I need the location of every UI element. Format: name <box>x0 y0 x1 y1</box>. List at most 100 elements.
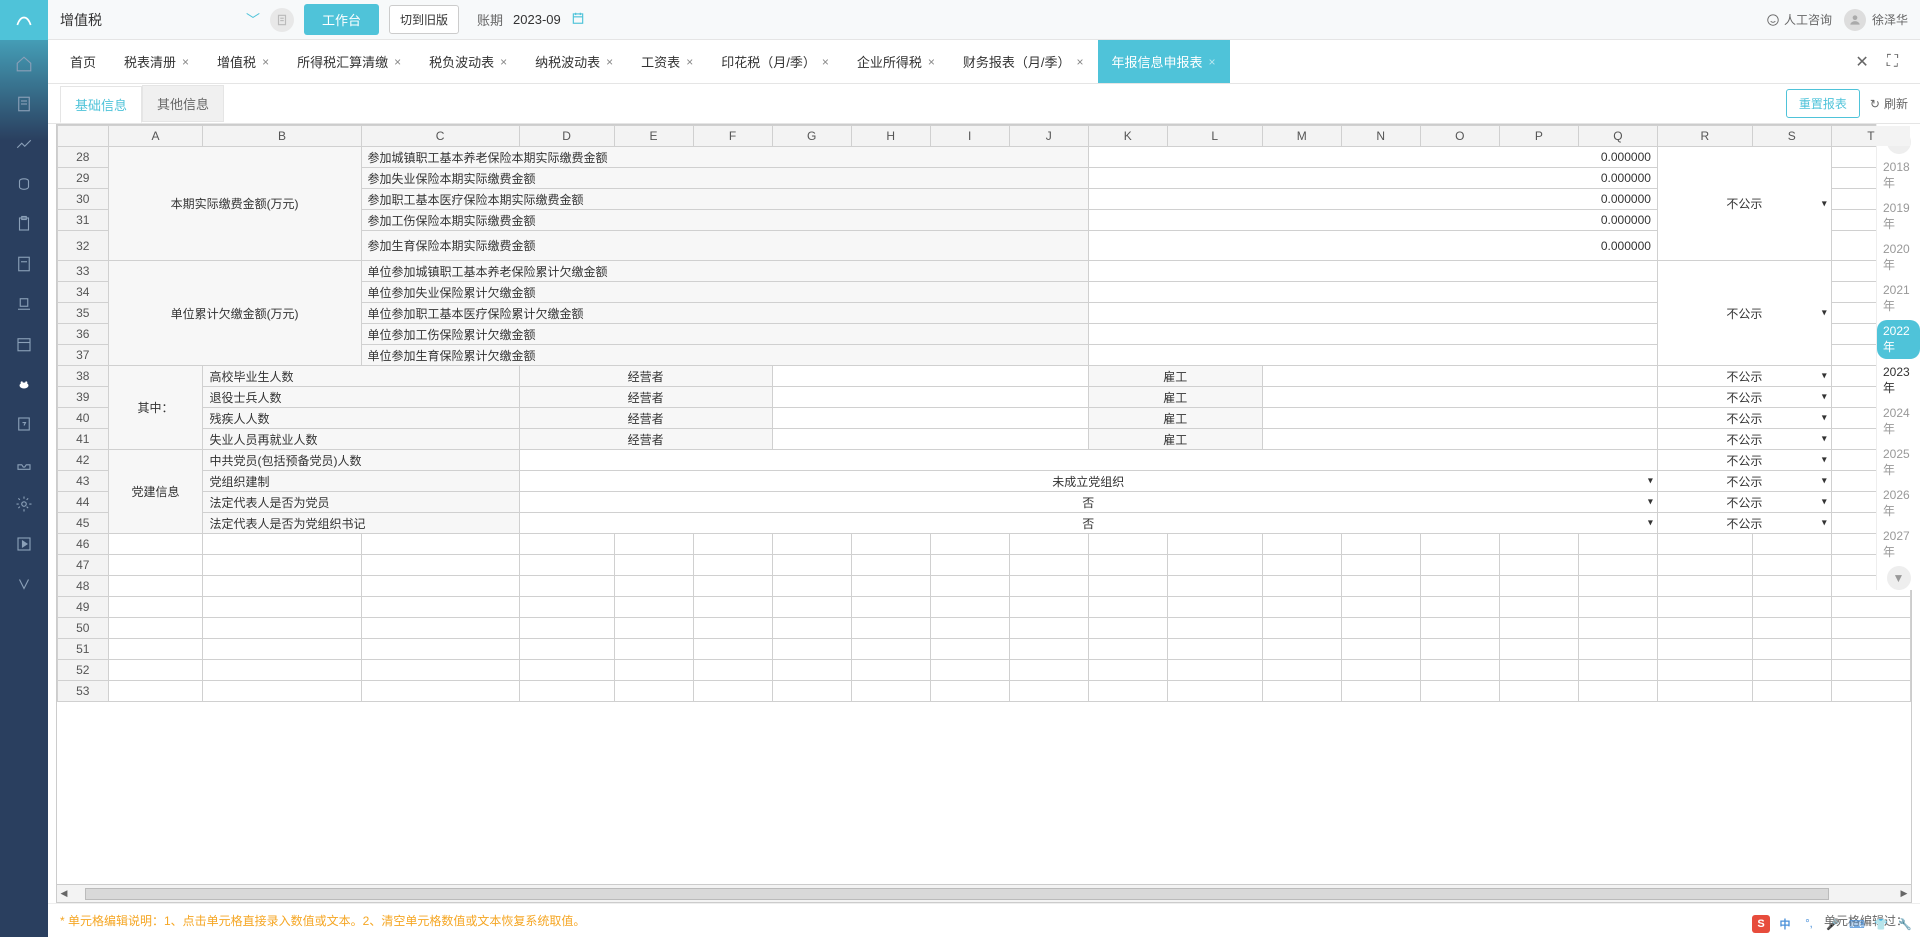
support-link[interactable]: 人工咨询 <box>1766 11 1832 28</box>
module-dropdown[interactable]: 增值税 ﹀ <box>60 10 260 30</box>
col-header[interactable]: L <box>1167 126 1262 147</box>
tab-home[interactable]: 首页 <box>56 40 110 84</box>
doc-circle-icon[interactable] <box>270 8 294 32</box>
col-header[interactable]: B <box>203 126 361 147</box>
col-header[interactable]: R <box>1657 126 1752 147</box>
cell-value[interactable]: 0.000000 <box>1088 168 1657 189</box>
disclose-dropdown[interactable]: 不公示▾ <box>1657 471 1831 492</box>
close-icon[interactable]: × <box>1077 55 1084 69</box>
tab-tax-burden[interactable]: 税负波动表× <box>415 40 521 84</box>
nav-calc-icon[interactable] <box>12 252 36 276</box>
year-option[interactable]: 2026年 <box>1877 484 1920 523</box>
nav-inbox-icon[interactable] <box>12 452 36 476</box>
ime-skin-icon[interactable]: 👕 <box>1872 915 1890 933</box>
cell-value[interactable] <box>1088 261 1657 282</box>
year-down-icon[interactable]: ▼ <box>1887 566 1911 590</box>
scroll-right-icon[interactable]: ▶ <box>1897 887 1911 901</box>
close-icon[interactable]: × <box>262 55 269 69</box>
nav-settings-icon[interactable] <box>12 492 36 516</box>
year-option[interactable]: 2027年 <box>1877 525 1920 564</box>
cell-value[interactable]: 0.000000 <box>1088 231 1657 261</box>
close-icon[interactable]: × <box>500 55 507 69</box>
nav-stamp-icon[interactable] <box>12 292 36 316</box>
reset-button[interactable]: 重置报表 <box>1786 89 1860 118</box>
tab-tax-payment[interactable]: 纳税波动表× <box>521 40 627 84</box>
scroll-left-icon[interactable]: ◀ <box>57 887 71 901</box>
nav-home-icon[interactable] <box>12 52 36 76</box>
subtab-basic[interactable]: 基础信息 <box>60 86 142 123</box>
cell-dropdown[interactable]: 否▾ <box>519 492 1657 513</box>
col-header[interactable]: N <box>1341 126 1420 147</box>
nav-doc-icon[interactable] <box>12 92 36 116</box>
close-icon[interactable]: × <box>686 55 693 69</box>
ime-punct-icon[interactable]: °, <box>1800 915 1818 933</box>
nav-clipboard-icon[interactable] <box>12 212 36 236</box>
ime-mic-icon[interactable]: 🎤 <box>1824 915 1842 933</box>
year-option[interactable]: 2018年 <box>1877 156 1920 195</box>
col-header[interactable]: G <box>772 126 851 147</box>
col-header[interactable]: S <box>1752 126 1831 147</box>
col-header[interactable]: P <box>1499 126 1578 147</box>
cell-value[interactable]: 0.000000 <box>1088 147 1657 168</box>
close-icon[interactable]: × <box>606 55 613 69</box>
tab-salary[interactable]: 工资表× <box>627 40 707 84</box>
period-value[interactable]: 2023-09 <box>513 12 561 27</box>
nav-v-icon[interactable] <box>12 572 36 596</box>
disclose-dropdown[interactable]: 不公示▾ <box>1657 387 1831 408</box>
col-header[interactable]: H <box>851 126 930 147</box>
switch-version-button[interactable]: 切到旧版 <box>389 5 459 34</box>
cell-value[interactable]: 0.000000 <box>1088 210 1657 231</box>
corner-cell[interactable] <box>58 126 109 147</box>
col-header[interactable]: C <box>361 126 519 147</box>
tab-tax-list[interactable]: 税表清册× <box>110 40 203 84</box>
disclose-dropdown[interactable]: 不公示▾ <box>1657 408 1831 429</box>
disclose-dropdown[interactable]: 不公示▾ <box>1657 366 1831 387</box>
scroll-thumb[interactable] <box>85 888 1829 900</box>
cell-dropdown[interactable]: 未成立党组织▾ <box>519 471 1657 492</box>
col-header[interactable]: A <box>108 126 203 147</box>
expand-icon[interactable]: ⛶ <box>1883 49 1902 75</box>
app-logo[interactable] <box>0 0 48 40</box>
col-header[interactable]: F <box>693 126 772 147</box>
ime-tool-icon[interactable]: 🔧 <box>1896 915 1914 933</box>
tab-corp-tax[interactable]: 企业所得税× <box>843 40 949 84</box>
year-option[interactable]: 2024年 <box>1877 402 1920 441</box>
tab-stamp[interactable]: 印花税（月/季）× <box>707 40 843 84</box>
nav-export-icon[interactable] <box>12 412 36 436</box>
subtab-other[interactable]: 其他信息 <box>142 85 224 122</box>
year-option[interactable]: 2020年 <box>1877 238 1920 277</box>
nav-play-icon[interactable] <box>12 532 36 556</box>
horizontal-scrollbar[interactable]: ◀ ▶ <box>56 885 1912 903</box>
nav-active-icon[interactable] <box>12 372 36 396</box>
workspace-button[interactable]: 工作台 <box>304 4 379 35</box>
close-icon[interactable]: × <box>182 55 189 69</box>
year-option[interactable]: 2019年 <box>1877 197 1920 236</box>
col-header[interactable]: E <box>614 126 693 147</box>
close-icon[interactable]: × <box>928 55 935 69</box>
nav-money-icon[interactable] <box>12 172 36 196</box>
disclose-dropdown[interactable]: 不公示▾ <box>1657 429 1831 450</box>
disclose-dropdown[interactable]: 不公示▾ <box>1657 147 1831 261</box>
tab-annual-report[interactable]: 年报信息申报表× <box>1098 40 1230 84</box>
disclose-dropdown[interactable]: 不公示▾ <box>1657 450 1831 471</box>
year-option-active[interactable]: 2022年 <box>1877 320 1920 359</box>
col-header[interactable]: M <box>1262 126 1341 147</box>
ime-s-icon[interactable]: S <box>1752 915 1770 933</box>
col-header[interactable]: I <box>930 126 1009 147</box>
col-header[interactable]: Q <box>1578 126 1657 147</box>
year-option[interactable]: 2023年 <box>1877 361 1920 400</box>
col-header[interactable]: O <box>1420 126 1499 147</box>
col-header[interactable]: T <box>1831 126 1910 147</box>
col-header[interactable]: J <box>1009 126 1088 147</box>
disclose-dropdown[interactable]: 不公示▾ <box>1657 492 1831 513</box>
nav-chart-icon[interactable] <box>12 132 36 156</box>
ime-keyboard-icon[interactable]: ⌨ <box>1848 915 1866 933</box>
year-option[interactable]: 2025年 <box>1877 443 1920 482</box>
close-icon[interactable]: × <box>394 55 401 69</box>
col-header[interactable]: K <box>1088 126 1167 147</box>
calendar-icon[interactable] <box>571 11 585 28</box>
tab-vat[interactable]: 增值税× <box>203 40 283 84</box>
user-menu[interactable]: 徐泽华 <box>1844 9 1908 31</box>
close-icon[interactable]: × <box>1209 55 1216 69</box>
col-header[interactable]: D <box>519 126 614 147</box>
